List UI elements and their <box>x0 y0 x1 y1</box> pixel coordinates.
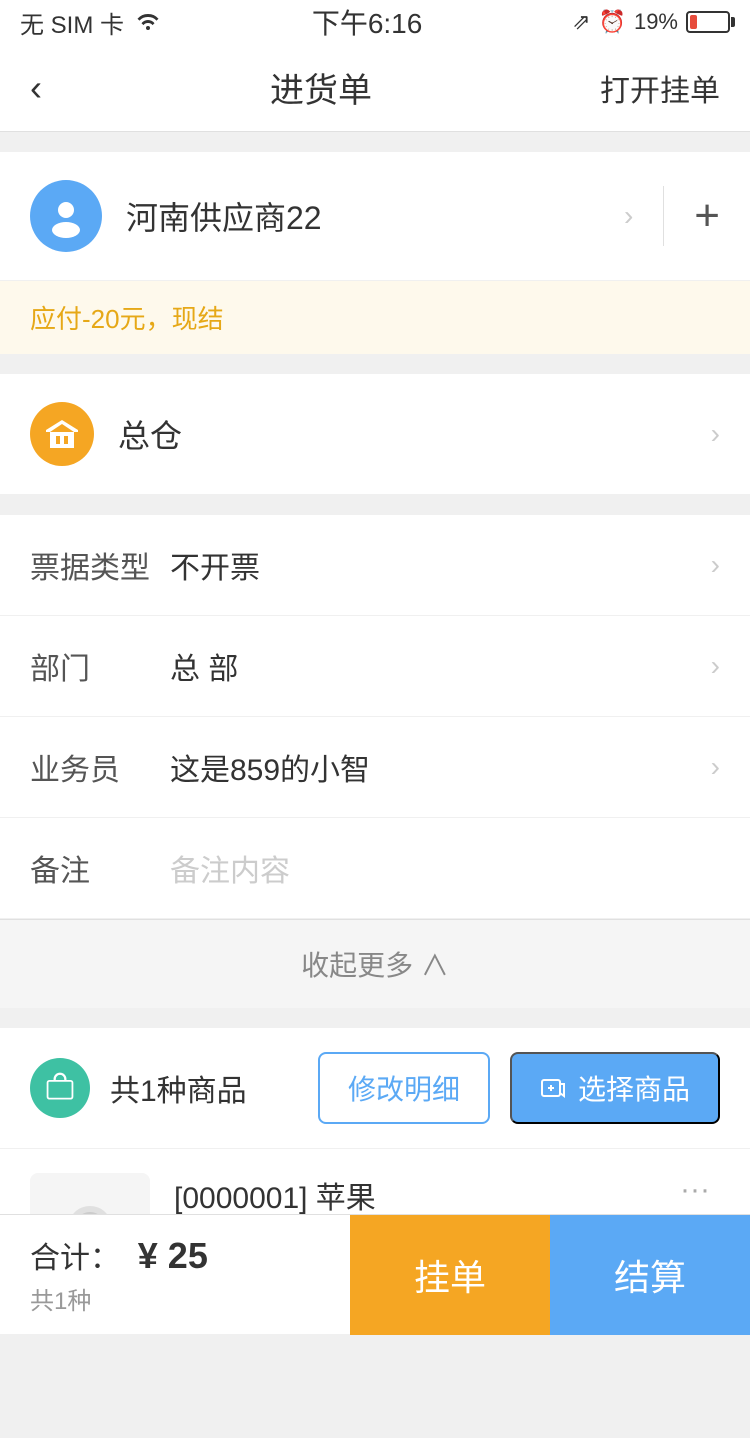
sales-label: 业务员 <box>30 745 170 789</box>
product-code: [0000001] <box>174 1182 316 1215</box>
product-name: [0000001] 苹果 <box>174 1173 670 1217</box>
remark-row[interactable]: 备注 备注内容 <box>0 818 750 919</box>
collapse-label: 收起更多 ∧ <box>301 944 449 984</box>
notice-text: 应付-20元，现结 <box>30 304 224 334</box>
dept-value: 总 部 <box>170 644 711 688</box>
supplier-divider <box>663 186 664 246</box>
alarm-icon: ⏰ <box>599 9 626 35</box>
status-time: 下午6:16 <box>312 2 423 42</box>
sales-row[interactable]: 业务员 这是859的小智 › <box>0 717 750 818</box>
footer: 合计： ¥ 25 共1种 挂单 结算 <box>0 1214 750 1334</box>
hang-label: 挂单 <box>414 1249 486 1301</box>
modify-detail-button[interactable]: 修改明细 <box>318 1052 490 1124</box>
supplier-avatar <box>30 180 102 252</box>
sales-value: 这是859的小智 <box>170 745 711 789</box>
add-supplier-button[interactable]: + <box>694 191 720 241</box>
invoice-chevron-icon: › <box>711 549 720 581</box>
products-header: 共1种商品 修改明细 选择商品 <box>0 1028 750 1149</box>
status-right: ⇗ ⏰ 19% <box>572 9 730 35</box>
invoice-value: 不开票 <box>170 543 711 587</box>
product-more-button[interactable]: ··· <box>670 1173 720 1207</box>
location-icon: ⇗ <box>572 9 590 35</box>
remark-input[interactable]: 备注内容 <box>170 846 720 890</box>
carrier-text: 无 SIM 卡 <box>20 5 124 40</box>
hang-button[interactable]: 挂单 <box>350 1215 550 1335</box>
supplier-section: 河南供应商22 › + 应付-20元，现结 <box>0 152 750 354</box>
invoice-row[interactable]: 票据类型 不开票 › <box>0 515 750 616</box>
warehouse-name: 总仓 <box>118 411 711 457</box>
invoice-label: 票据类型 <box>30 543 170 587</box>
open-hang-button[interactable]: 打开挂单 <box>600 66 720 110</box>
form-section: 票据类型 不开票 › 部门 总 部 › 业务员 这是859的小智 › 备注 备注… <box>0 515 750 919</box>
sales-chevron-icon: › <box>711 751 720 783</box>
collapse-row[interactable]: 收起更多 ∧ <box>0 919 750 1008</box>
total-amount: ¥ 25 <box>138 1235 208 1276</box>
total-count: 共1种 <box>30 1281 320 1316</box>
warehouse-row[interactable]: 总仓 › <box>0 374 750 495</box>
supplier-row[interactable]: 河南供应商22 › + <box>0 152 750 281</box>
footer-total: 合计： ¥ 25 共1种 <box>0 1233 350 1316</box>
checkout-label: 结算 <box>614 1249 686 1301</box>
products-icon <box>30 1058 90 1118</box>
select-product-label: 选择商品 <box>578 1068 690 1108</box>
products-count: 共1种商品 <box>110 1066 318 1110</box>
battery-icon <box>686 11 730 33</box>
status-bar: 无 SIM 卡 下午6:16 ⇗ ⏰ 19% <box>0 0 750 44</box>
wifi-icon <box>134 8 162 37</box>
supplier-name: 河南供应商22 <box>126 193 624 239</box>
battery-percent: 19% <box>634 9 678 35</box>
section-gap-3 <box>0 495 750 515</box>
dept-row[interactable]: 部门 总 部 › <box>0 616 750 717</box>
back-button[interactable]: ‹ <box>30 67 42 109</box>
notice-banner: 应付-20元，现结 <box>0 281 750 354</box>
section-gap-1 <box>0 132 750 152</box>
dept-label: 部门 <box>30 644 170 688</box>
select-product-button[interactable]: 选择商品 <box>510 1052 720 1124</box>
page-title: 进货单 <box>270 63 372 112</box>
status-left: 无 SIM 卡 <box>20 5 162 40</box>
checkout-button[interactable]: 结算 <box>550 1215 750 1335</box>
section-gap-4 <box>0 1008 750 1028</box>
remark-label: 备注 <box>30 846 170 890</box>
product-title: 苹果 <box>316 1182 376 1215</box>
dept-chevron-icon: › <box>711 650 720 682</box>
warehouse-chevron-icon: › <box>711 418 720 450</box>
supplier-chevron-icon: › <box>624 200 633 232</box>
warehouse-icon <box>30 402 94 466</box>
nav-bar: ‹ 进货单 打开挂单 <box>0 44 750 132</box>
total-label: 合计： <box>30 1242 120 1275</box>
section-gap-2 <box>0 354 750 374</box>
